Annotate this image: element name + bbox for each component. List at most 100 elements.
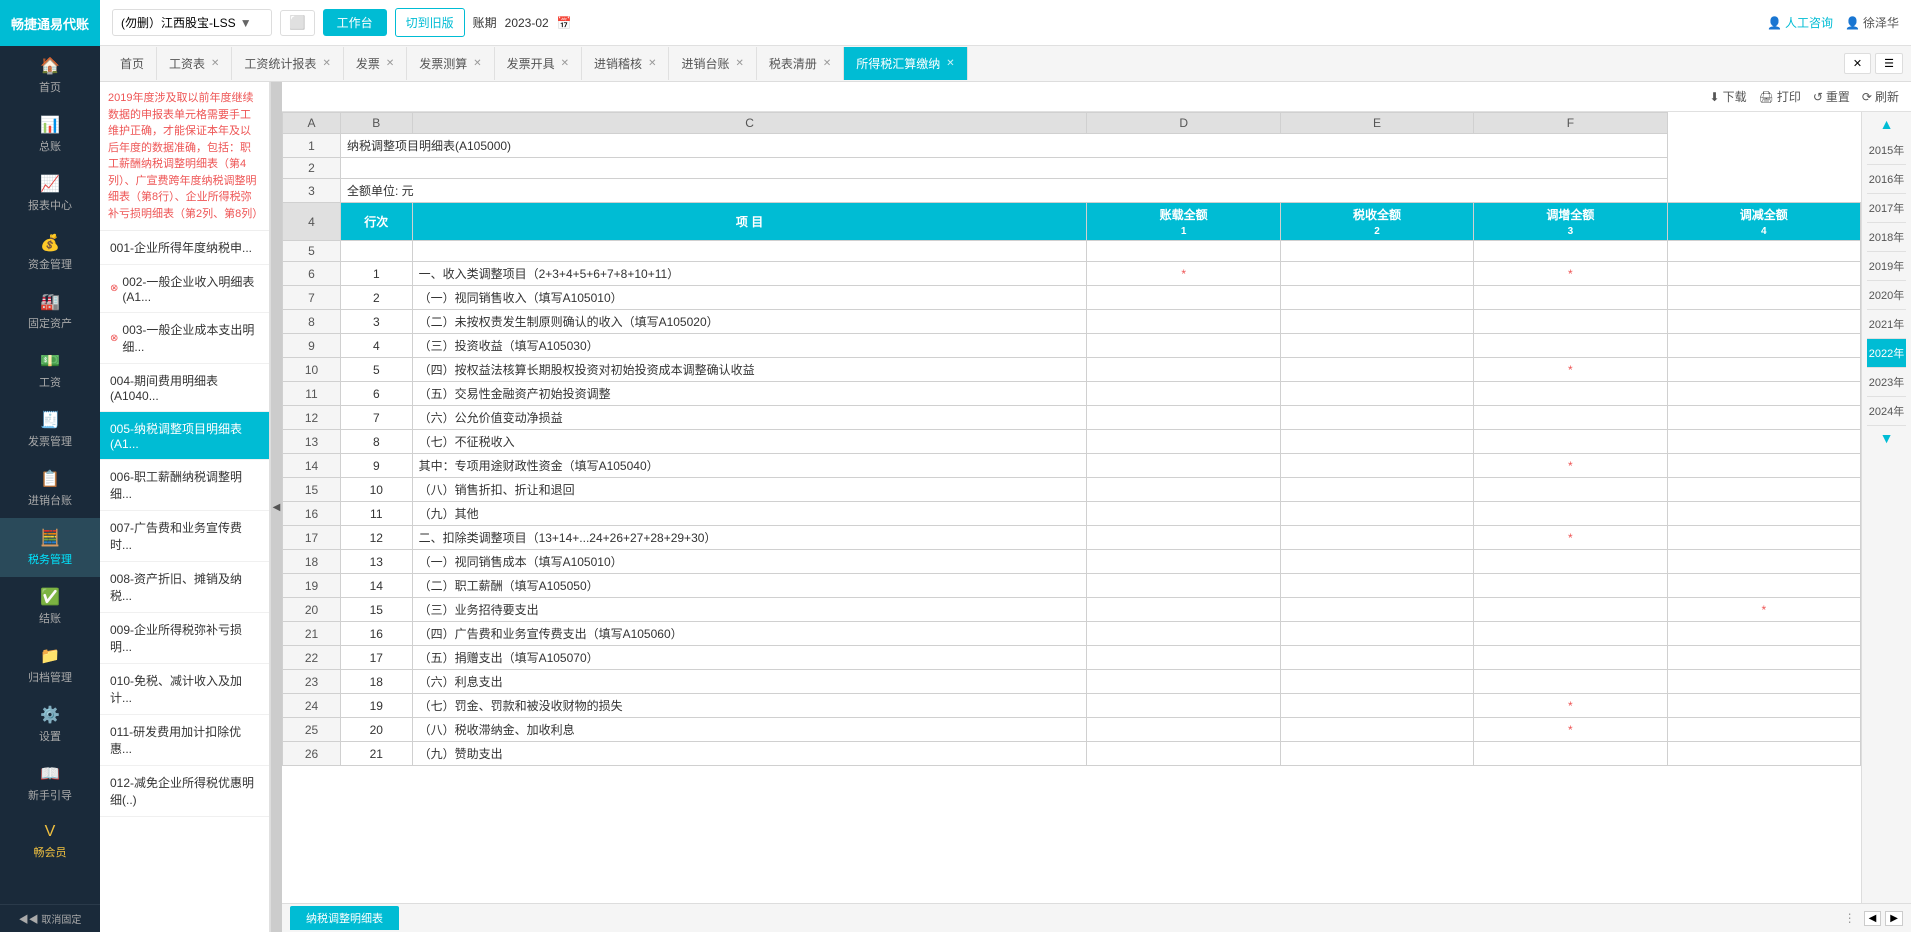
row-c4[interactable] [1667,358,1860,382]
row-c4[interactable] [1667,742,1860,766]
row-c2[interactable] [1280,598,1473,622]
left-menu-item-008[interactable]: 008-资产折旧、摊销及纳税... [100,562,269,613]
row-c2[interactable] [1280,718,1473,742]
row-c3[interactable] [1474,334,1667,358]
row-c2[interactable] [1280,742,1473,766]
row-c2[interactable] [1280,454,1473,478]
switch-old-button[interactable]: 切到旧版 [395,8,465,37]
tab-close-icon[interactable]: ✕ [561,58,569,69]
row-c1[interactable] [1087,526,1280,550]
row-c2[interactable] [1280,286,1473,310]
sidebar-item-settle[interactable]: ✅结账 [0,577,100,636]
row-c2[interactable] [1280,694,1473,718]
row-c1[interactable] [1087,334,1280,358]
tab-item-7[interactable]: 进销台账✕ [669,47,756,80]
row-c4[interactable] [1667,430,1860,454]
tab-close-icon[interactable]: ✕ [946,58,954,69]
calendar-icon[interactable]: 📅 [557,16,572,30]
row-c1[interactable] [1087,382,1280,406]
row-c3[interactable] [1474,574,1667,598]
tab-close-icon[interactable]: ✕ [735,58,743,69]
row-c3[interactable] [1474,598,1667,622]
row-c1[interactable] [1087,502,1280,526]
row-c3[interactable] [1474,502,1667,526]
tab-item-4[interactable]: 发票测算✕ [407,47,494,80]
workbench-button[interactable]: 工作台 [323,9,387,36]
row-c4[interactable] [1667,694,1860,718]
year-button-2022[interactable]: 2022年 [1867,339,1906,368]
year-button-2016[interactable]: 2016年 [1867,165,1906,194]
sheet-tab[interactable]: 纳税调整明细表 [290,906,399,930]
tab-item-9[interactable]: 所得税汇算缴纳✕ [844,47,967,80]
row-c3[interactable] [1474,430,1667,454]
tab-close-icon[interactable]: ✕ [211,58,219,69]
row-c1[interactable] [1087,358,1280,382]
row-c3[interactable]: * [1474,526,1667,550]
left-menu-item-012[interactable]: 012-减免企业所得税优惠明细(..) [100,766,269,817]
sidebar-item-finance[interactable]: 💰资金管理 [0,223,100,282]
sidebar-item-settings[interactable]: ⚙️设置 [0,695,100,754]
sidebar-unfix-button[interactable]: ◀◀ 取消固定 [0,904,100,932]
row-c1[interactable] [1087,550,1280,574]
row-c1[interactable] [1087,670,1280,694]
tab-close-icon[interactable]: ✕ [322,58,330,69]
row-c2[interactable] [1280,646,1473,670]
row-c3[interactable] [1474,622,1667,646]
row-c4[interactable] [1667,622,1860,646]
left-menu-item-001[interactable]: 001-企业所得年度纳税申... [100,231,269,265]
year-button-2019[interactable]: 2019年 [1867,252,1906,281]
row-c3[interactable]: * [1474,718,1667,742]
row-c2[interactable] [1280,382,1473,406]
row-c2[interactable] [1280,406,1473,430]
tab-item-1[interactable]: 工资表✕ [157,47,232,80]
tab-close-icon[interactable]: ✕ [823,58,831,69]
sidebar-item-invoice-mgr[interactable]: 🧾发票管理 [0,400,100,459]
row-c4[interactable] [1667,670,1860,694]
row-c4[interactable] [1667,526,1860,550]
row-c1[interactable] [1087,430,1280,454]
sidebar-item-fixed[interactable]: 🏭固定资产 [0,282,100,341]
download-button[interactable]: ⬇ 下载 [1710,88,1747,105]
tab-item-8[interactable]: 税表清册✕ [757,47,844,80]
year-button-2020[interactable]: 2020年 [1867,281,1906,310]
row-c1[interactable]: * [1087,262,1280,286]
refresh-button[interactable]: ⟳ 刷新 [1862,88,1899,105]
row-c1[interactable] [1087,478,1280,502]
row-c2[interactable] [1280,550,1473,574]
left-menu-item-011[interactable]: 011-研发费用加计扣除优惠... [100,715,269,766]
sidebar-item-salary[interactable]: 💵工资 [0,341,100,400]
row-c2[interactable] [1280,622,1473,646]
row-c2[interactable] [1280,334,1473,358]
sidebar-item-report[interactable]: 📈报表中心 [0,164,100,223]
sidebar-item-archive[interactable]: 📁归档管理 [0,636,100,695]
row-c1[interactable] [1087,742,1280,766]
row-c4[interactable] [1667,718,1860,742]
left-menu-item-009[interactable]: 009-企业所得税弥补亏损明... [100,613,269,664]
spreadsheet-main[interactable]: A B C D E F 1纳税调整项目明细表(A105000)23全额单位: 元… [282,112,1861,903]
row-c4[interactable] [1667,550,1860,574]
row-c3[interactable] [1474,310,1667,334]
sidebar-item-import-ledger[interactable]: 📋进销台账 [0,459,100,518]
company-select[interactable]: (勿删）江西股宝-LSS ▼ [112,9,272,36]
row-c2[interactable] [1280,574,1473,598]
row-c2[interactable] [1280,526,1473,550]
row-c4[interactable] [1667,382,1860,406]
row-c3[interactable]: * [1474,454,1667,478]
row-c4[interactable] [1667,646,1860,670]
year-button-2021[interactable]: 2021年 [1867,310,1906,339]
left-menu-item-003[interactable]: ⊗003-一般企业成本支出明细... [100,313,269,364]
reset-button[interactable]: ↺ 重置 [1813,88,1850,105]
row-c4[interactable] [1667,574,1860,598]
row-c3[interactable]: * [1474,262,1667,286]
sidebar-item-home[interactable]: 🏠首页 [0,46,100,105]
row-c4[interactable]: * [1667,598,1860,622]
row-c1[interactable] [1087,718,1280,742]
tab-item-6[interactable]: 进销稽核✕ [582,47,669,80]
tab-menu-button[interactable]: ☰ [1875,53,1903,74]
row-c2[interactable] [1280,358,1473,382]
tab-item-3[interactable]: 发票✕ [344,47,407,80]
row-c2[interactable] [1280,502,1473,526]
row-c3[interactable] [1474,550,1667,574]
row-c1[interactable] [1087,406,1280,430]
row-c2[interactable] [1280,310,1473,334]
